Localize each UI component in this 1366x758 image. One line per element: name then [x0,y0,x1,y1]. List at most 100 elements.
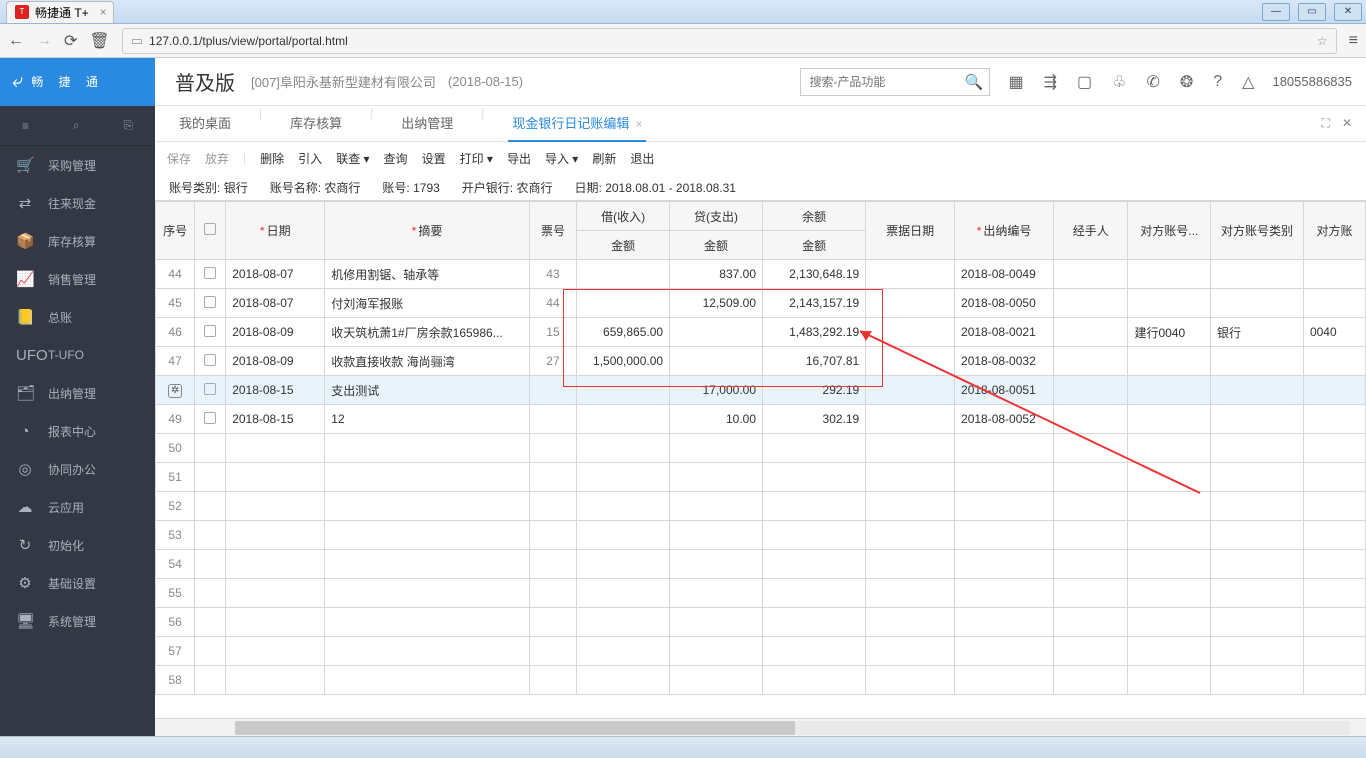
close-button[interactable]: ✕ [1334,3,1362,21]
message-icon[interactable]: ▢ [1077,72,1092,92]
table-row[interactable]: 58 [156,666,1366,695]
exit-button[interactable]: 退出 [630,150,654,167]
close-all-icon[interactable]: ✕ [1342,116,1352,131]
forward-icon[interactable]: → [36,32,52,50]
app-logo[interactable]: ⤶ 畅 捷 通 [0,58,155,106]
journal-table[interactable]: 序号 *日期 *摘要 票号 借(收入) 贷(支出) 余额 票据日期 *出纳编号 … [155,201,1366,695]
table-row[interactable]: 57 [156,637,1366,666]
discard-button[interactable]: 放弃 [205,150,229,167]
col-billdate[interactable]: 票据日期 [866,202,955,260]
save-button[interactable]: 保存 [167,150,191,167]
col-credit-amt[interactable]: 金额 [670,231,763,260]
tab-close-icon[interactable]: × [635,117,642,131]
table-row[interactable]: 56 [156,608,1366,637]
sidebar-item[interactable]: 🛒采购管理 [0,146,155,184]
content-tab[interactable]: 库存核算 [286,106,346,142]
content-tab[interactable]: 我的桌面 [175,106,235,142]
user-icon[interactable]: △ [1242,72,1254,92]
table-row[interactable]: 53 [156,521,1366,550]
row-checkbox[interactable] [204,267,216,279]
browser-tab[interactable]: T 畅捷通 T+ × [6,1,114,23]
export-button[interactable]: 导出 [507,150,531,167]
bell-icon[interactable]: ♧ [1112,72,1126,92]
close-icon[interactable]: × [100,5,107,19]
sidebar-item[interactable]: 🖥系统管理 [0,602,155,640]
horizontal-scrollbar[interactable] [155,718,1366,736]
sidebar-item[interactable]: ☁云应用 [0,488,155,526]
sidebar-item[interactable]: 🗂出纳管理 [0,374,155,412]
sidebar-item[interactable]: ⚙基础设置 [0,564,155,602]
table-row[interactable]: 472018-08-09收款直接收款 海尚骊湾271,500,000.0016,… [156,347,1366,376]
query-button[interactable]: 查询 [384,150,408,167]
row-checkbox[interactable] [204,412,216,424]
col-bill[interactable]: 票号 [529,202,576,260]
minimize-button[interactable]: — [1262,3,1290,21]
search-input[interactable] [809,75,964,89]
sidebar-item[interactable]: ◔报表中心 [0,412,155,450]
help-icon[interactable]: ? [1213,73,1222,91]
gear-icon[interactable]: ✲ [168,384,182,398]
col-credit[interactable]: 贷(支出) [670,202,763,231]
row-checkbox[interactable] [204,383,216,395]
table-row[interactable]: 55 [156,579,1366,608]
col-debit-amt[interactable]: 金额 [577,231,670,260]
col-balance-amt[interactable]: 金额 [763,231,866,260]
star-icon[interactable]: ☆ [1317,34,1328,48]
delete-button[interactable]: 删除 [260,150,284,167]
col-oppshort[interactable]: 对方账 [1303,202,1365,260]
sidebar-item[interactable]: 📒总账 [0,298,155,336]
expand-icon[interactable]: ⎘ [123,118,133,133]
content-tab[interactable]: 出纳管理 [397,106,457,142]
menu-toggle-icon[interactable]: ≡ [22,119,29,133]
table-row[interactable]: 442018-08-07机修用割锯、轴承等43837.002,130,648.1… [156,260,1366,289]
table-row[interactable]: ✲2018-08-15支出测试17,000.00292.192018-08-00… [156,376,1366,405]
col-check[interactable] [195,202,226,260]
col-opptype[interactable]: 对方账号类别 [1211,202,1304,260]
content-tab[interactable]: 现金银行日记账编辑× [508,106,646,142]
col-balance[interactable]: 余额 [763,202,866,231]
phone-icon[interactable]: ✆ [1146,72,1159,92]
table-row[interactable]: 452018-08-07付刘海军报账4412,509.002,143,157.1… [156,289,1366,318]
col-cashier[interactable]: *出纳编号 [955,202,1054,260]
table-row[interactable]: 51 [156,463,1366,492]
fullscreen-icon[interactable]: ⛶ [1322,116,1330,131]
row-checkbox[interactable] [204,354,216,366]
table-row[interactable]: 54 [156,550,1366,579]
sidebar-item[interactable]: 📦库存核算 [0,222,155,260]
col-handler[interactable]: 经手人 [1054,202,1128,260]
back-icon[interactable]: ← [8,32,24,50]
table-row[interactable]: 52 [156,492,1366,521]
maximize-button[interactable]: ▭ [1298,3,1326,21]
table-row[interactable]: 50 [156,434,1366,463]
row-checkbox[interactable] [204,325,216,337]
sidebar-item[interactable]: ◎协同办公 [0,450,155,488]
url-input[interactable]: ▭ 127.0.0.1/tplus/view/portal/portal.htm… [122,28,1337,54]
refresh-button[interactable]: 刷新 [592,150,616,167]
search-box[interactable]: 🔍 [800,68,990,96]
col-summary[interactable]: *摘要 [325,202,529,260]
sidebar-item[interactable]: 📈销售管理 [0,260,155,298]
import-button[interactable]: 引入 [298,150,322,167]
table-row[interactable]: 462018-08-09收天筑杭萧1#厂房余款165986...15659,86… [156,318,1366,347]
sidebar-item[interactable]: ↻初始化 [0,526,155,564]
reload-icon[interactable]: ⟳ [64,31,77,51]
menu-icon[interactable]: ≡ [1349,32,1358,50]
task-icon[interactable]: ⇶ [1044,72,1057,92]
print-button[interactable]: 打印 ▾ [460,150,493,167]
col-date[interactable]: *日期 [226,202,325,260]
row-checkbox[interactable] [204,296,216,308]
sidebar-search-icon[interactable]: ⌕ [73,118,80,133]
link-button[interactable]: 联查 ▾ [336,150,369,167]
trash-icon[interactable]: 🗑 [89,31,109,51]
sidebar-item[interactable]: UFOT-UFO [0,336,155,374]
col-seq[interactable]: 序号 [156,202,195,260]
table-row[interactable]: 492018-08-151210.00302.192018-08-0052 [156,405,1366,434]
support-icon[interactable]: ❂ [1180,72,1193,92]
col-debit[interactable]: 借(收入) [577,202,670,231]
calendar-icon[interactable]: ▦ [1008,72,1023,92]
search-icon[interactable]: 🔍 [964,73,983,91]
sidebar-item[interactable]: ⇄往来现金 [0,184,155,222]
col-oppacct[interactable]: 对方账号... [1128,202,1211,260]
settings-button[interactable]: 设置 [422,150,446,167]
importdata-button[interactable]: 导入 ▾ [545,150,578,167]
